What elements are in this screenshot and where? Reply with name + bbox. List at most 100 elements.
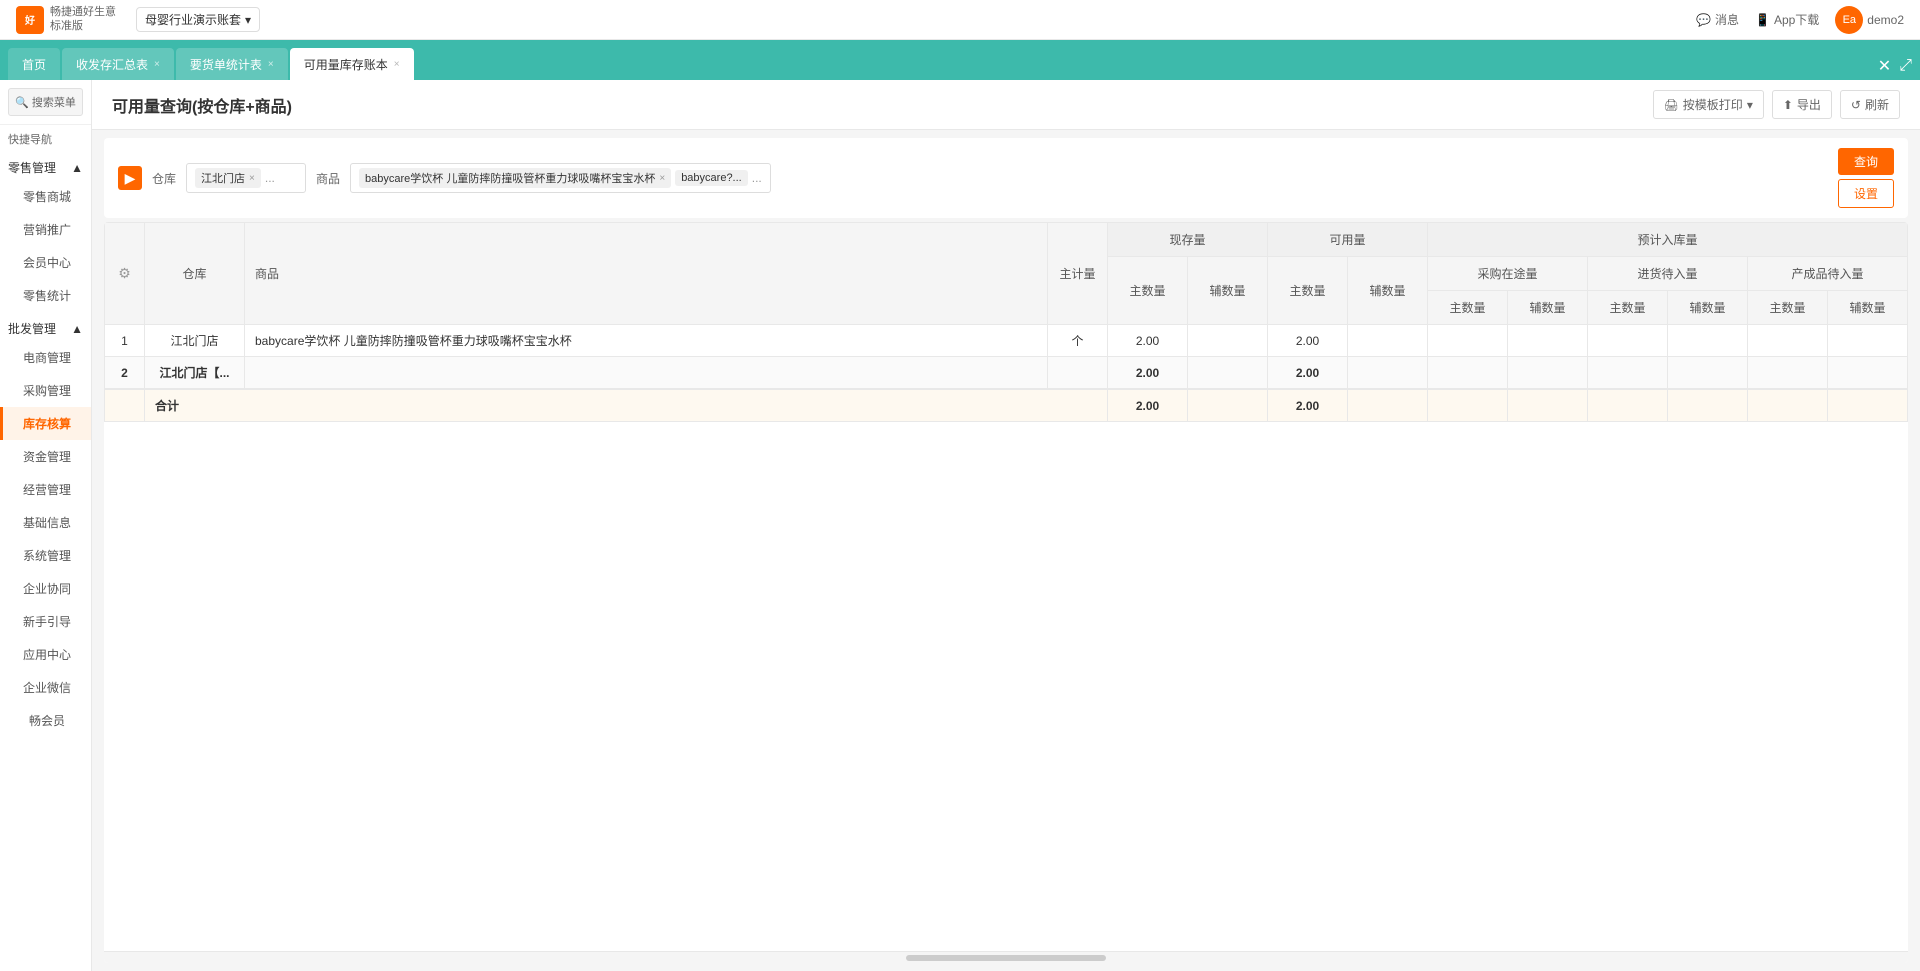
product-tag-1-close[interactable]: × (659, 173, 665, 184)
th-purchasing-transit-group: 采购在途量 (1428, 257, 1588, 291)
table-container: ⚙ 仓库 商品 主计量 现存量 可用量 预计入库量 主数量 辅数量 主数量 辅数… (104, 222, 1908, 963)
window-close-btn[interactable]: ✕ (1878, 56, 1891, 76)
sidebar-search-area: 🔍 搜索菜单 (0, 80, 91, 125)
print-icon: 🖨 (1664, 98, 1679, 112)
refresh-btn[interactable]: ↺ 刷新 (1840, 90, 1900, 119)
footer-incoming-aux (1668, 389, 1748, 422)
cell-available-aux-2 (1348, 357, 1428, 390)
sidebar-item-vip[interactable]: 畅会员 (0, 704, 91, 737)
cell-incoming-main-2 (1588, 357, 1668, 390)
user-profile[interactable]: Ea demo2 (1835, 6, 1904, 34)
footer-empty-1 (105, 389, 145, 422)
tab-close-available-stock[interactable]: × (394, 59, 400, 70)
th-available-group: 可用量 (1268, 223, 1428, 257)
sidebar-item-purchase[interactable]: 采购管理 (0, 374, 91, 407)
app-download-btn[interactable]: 📱 App下载 (1755, 11, 1819, 28)
filter-bar: ▶ 仓库 江北门店 × ... 商品 babycare学饮杯 儿童防摔防撞吸管杯… (104, 138, 1908, 218)
warehouse-filter-label: 仓库 (152, 170, 176, 187)
cell-index-1: 1 (105, 325, 145, 357)
cell-available-main-1: 2.00 (1268, 325, 1348, 357)
warehouse-tag-close[interactable]: × (249, 173, 255, 184)
th-incoming-aux: 辅数量 (1668, 291, 1748, 325)
filter-expand-btn[interactable]: ▶ (118, 166, 142, 190)
top-bar: 好 畅捷通好生意 标准版 母婴行业演示账套 ▾ 💬 消息 📱 App下载 Ea … (0, 0, 1920, 40)
sidebar-item-newbie[interactable]: 新手引导 (0, 605, 91, 638)
th-finished-pending-group: 产成品待入量 (1748, 257, 1908, 291)
th-finished-main: 主数量 (1748, 291, 1828, 325)
horizontal-scrollbar[interactable] (104, 951, 1908, 963)
template-print-btn[interactable]: 🖨 按模板打印 ▾ (1653, 90, 1764, 119)
chevron-icon: ▲ (71, 322, 83, 336)
cell-unit-2 (1048, 357, 1108, 390)
scroll-thumb[interactable] (906, 955, 1106, 961)
product-tag-2: babycare?... (675, 170, 748, 186)
th-current-main: 主数量 (1108, 257, 1188, 325)
tab-order-stats[interactable]: 要货单统计表 × (176, 48, 288, 80)
sidebar-item-retail-stats[interactable]: 零售统计 (0, 279, 91, 312)
data-table: ⚙ 仓库 商品 主计量 现存量 可用量 预计入库量 主数量 辅数量 主数量 辅数… (104, 222, 1908, 422)
th-product: 商品 (245, 223, 1048, 325)
chevron-down-icon: ▾ (245, 13, 251, 27)
sidebar-item-ecommerce[interactable]: 电商管理 (0, 341, 91, 374)
logo: 好 畅捷通好生意 标准版 (16, 6, 116, 34)
sidebar-item-system[interactable]: 系统管理 (0, 539, 91, 572)
download-icon: 📱 (1755, 13, 1770, 27)
sidebar-item-wechat[interactable]: 企业微信 (0, 671, 91, 704)
product-filter-input[interactable]: babycare学饮杯 儿童防摔防撞吸管杯重力球吸嘴杯宝宝水杯 × babyca… (350, 163, 771, 193)
tab-home[interactable]: 首页 (8, 48, 60, 80)
th-available-aux: 辅数量 (1348, 257, 1428, 325)
main-layout: 🔍 搜索菜单 快捷导航 零售管理 ▲ 零售商城 营销推广 会员中心 零售统计 批… (0, 80, 1920, 971)
cell-finished-aux-2 (1828, 357, 1908, 390)
gear-icon[interactable]: ⚙ (118, 265, 131, 281)
sidebar: 🔍 搜索菜单 快捷导航 零售管理 ▲ 零售商城 营销推广 会员中心 零售统计 批… (0, 80, 92, 971)
warehouse-tag: 江北门店 × (195, 168, 261, 188)
sidebar-item-basic-info[interactable]: 基础信息 (0, 506, 91, 539)
th-purchasing-aux: 辅数量 (1508, 291, 1588, 325)
footer-available-main: 2.00 (1268, 389, 1348, 422)
search-menu-btn[interactable]: 🔍 搜索菜单 (8, 88, 83, 116)
product-more-btn[interactable]: ... (752, 171, 762, 185)
cell-incoming-main-1 (1588, 325, 1668, 357)
sidebar-group-wholesale[interactable]: 批发管理 ▲ (0, 312, 91, 341)
warehouse-filter-input[interactable]: 江北门店 × ... (186, 163, 306, 193)
footer-finished-main (1748, 389, 1828, 422)
sidebar-item-enterprise[interactable]: 企业协同 (0, 572, 91, 605)
sidebar-group-retail[interactable]: 零售管理 ▲ (0, 151, 91, 180)
tab-close-order-stats[interactable]: × (268, 59, 274, 70)
footer-label: 合计 (145, 389, 1108, 422)
sidebar-item-finance[interactable]: 资金管理 (0, 440, 91, 473)
message-icon: 💬 (1696, 13, 1711, 27)
footer-current-main: 2.00 (1108, 389, 1188, 422)
cell-available-aux-1 (1348, 325, 1428, 357)
sidebar-item-retail-mall[interactable]: 零售商城 (0, 180, 91, 213)
message-btn[interactable]: 💬 消息 (1696, 11, 1739, 28)
footer-finished-aux (1828, 389, 1908, 422)
page-title: 可用量查询(按仓库+商品) (112, 93, 292, 127)
cell-incoming-aux-1 (1668, 325, 1748, 357)
sidebar-item-inventory[interactable]: 库存核算 (0, 407, 91, 440)
search-icon: 🔍 (15, 96, 29, 109)
settings-btn[interactable]: 设置 (1838, 179, 1894, 208)
cell-purchasing-main-2 (1428, 357, 1508, 390)
footer-purchasing-aux (1508, 389, 1588, 422)
avatar: Ea (1835, 6, 1863, 34)
cell-incoming-aux-2 (1668, 357, 1748, 390)
export-btn[interactable]: ⬆ 导出 (1772, 90, 1832, 119)
warehouse-more-btn[interactable]: ... (265, 171, 275, 185)
th-finished-aux: 辅数量 (1828, 291, 1908, 325)
footer-purchasing-main (1428, 389, 1508, 422)
sidebar-item-marketing[interactable]: 营销推广 (0, 213, 91, 246)
th-incoming-pending-group: 进货待入量 (1588, 257, 1748, 291)
tab-available-stock[interactable]: 可用量库存账本 × (290, 48, 414, 80)
query-btn[interactable]: 查询 (1838, 148, 1894, 175)
sidebar-item-operations[interactable]: 经营管理 (0, 473, 91, 506)
cell-current-main-1: 2.00 (1108, 325, 1188, 357)
window-maximize-btn[interactable]: ⤢ (1899, 57, 1912, 75)
th-main-unit: 主计量 (1048, 223, 1108, 325)
tab-collection-summary[interactable]: 收发存汇总表 × (62, 48, 174, 80)
industry-selector[interactable]: 母婴行业演示账套 ▾ (136, 7, 260, 32)
sidebar-item-app-center[interactable]: 应用中心 (0, 638, 91, 671)
sidebar-item-members[interactable]: 会员中心 (0, 246, 91, 279)
tab-close-collection[interactable]: × (154, 59, 160, 70)
cell-current-aux-2 (1188, 357, 1268, 390)
